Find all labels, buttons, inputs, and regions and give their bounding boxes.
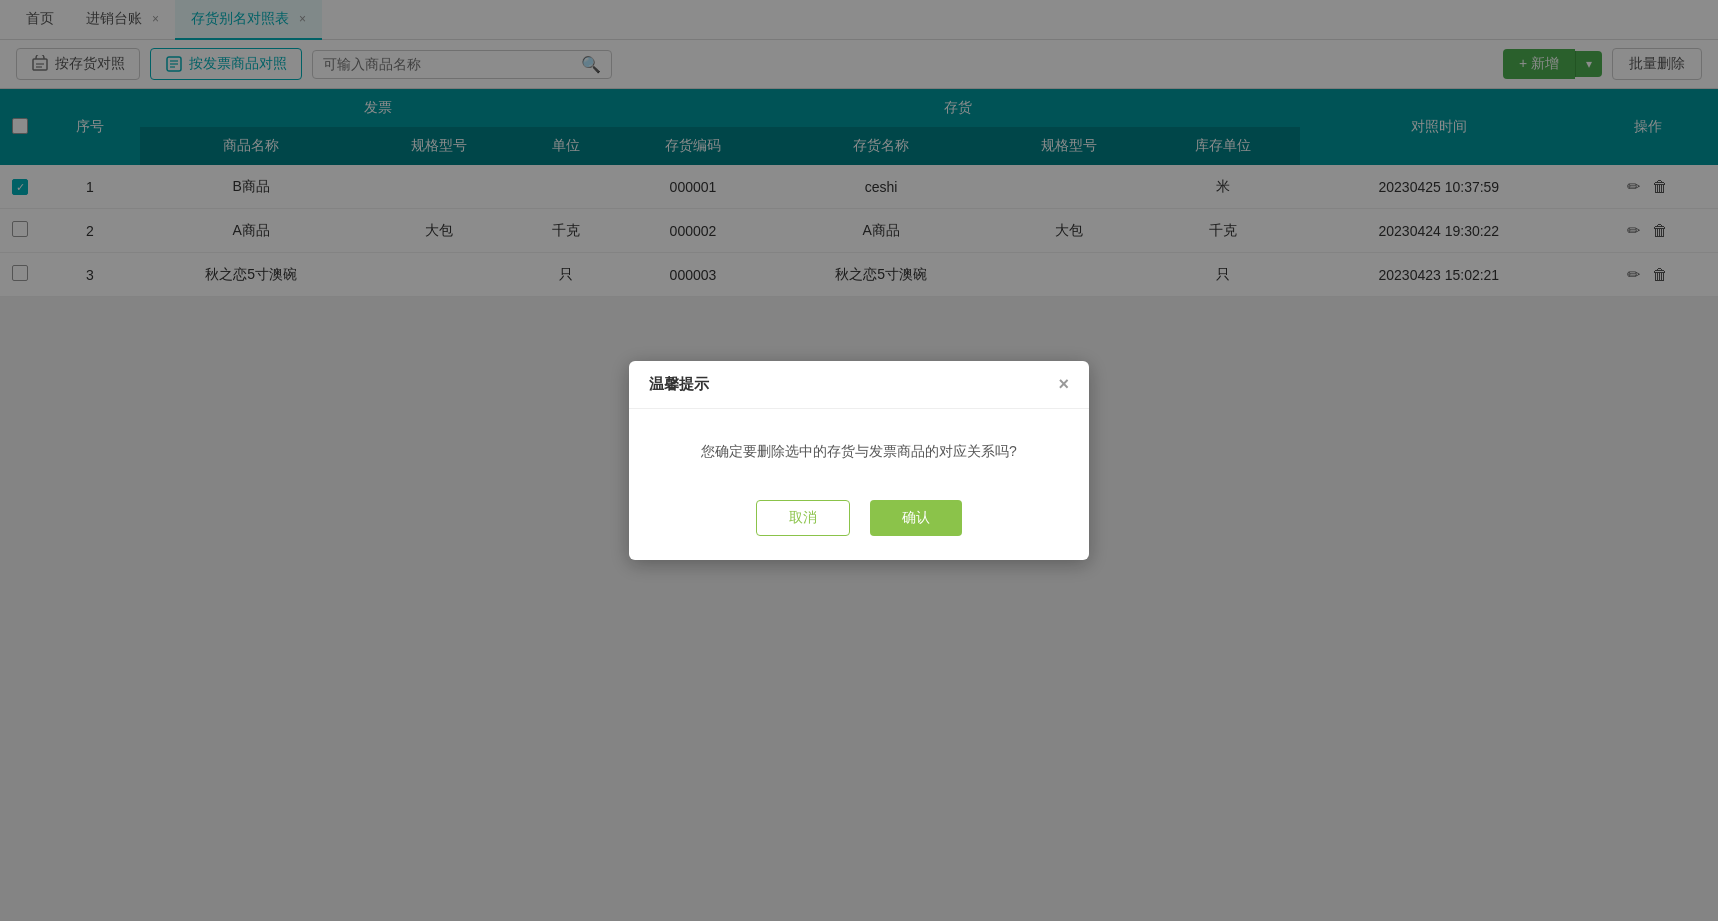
dialog-overlay: 温馨提示 × 您确定要删除选中的存货与发票商品的对应关系吗? 取消 确认 — [0, 0, 1718, 297]
